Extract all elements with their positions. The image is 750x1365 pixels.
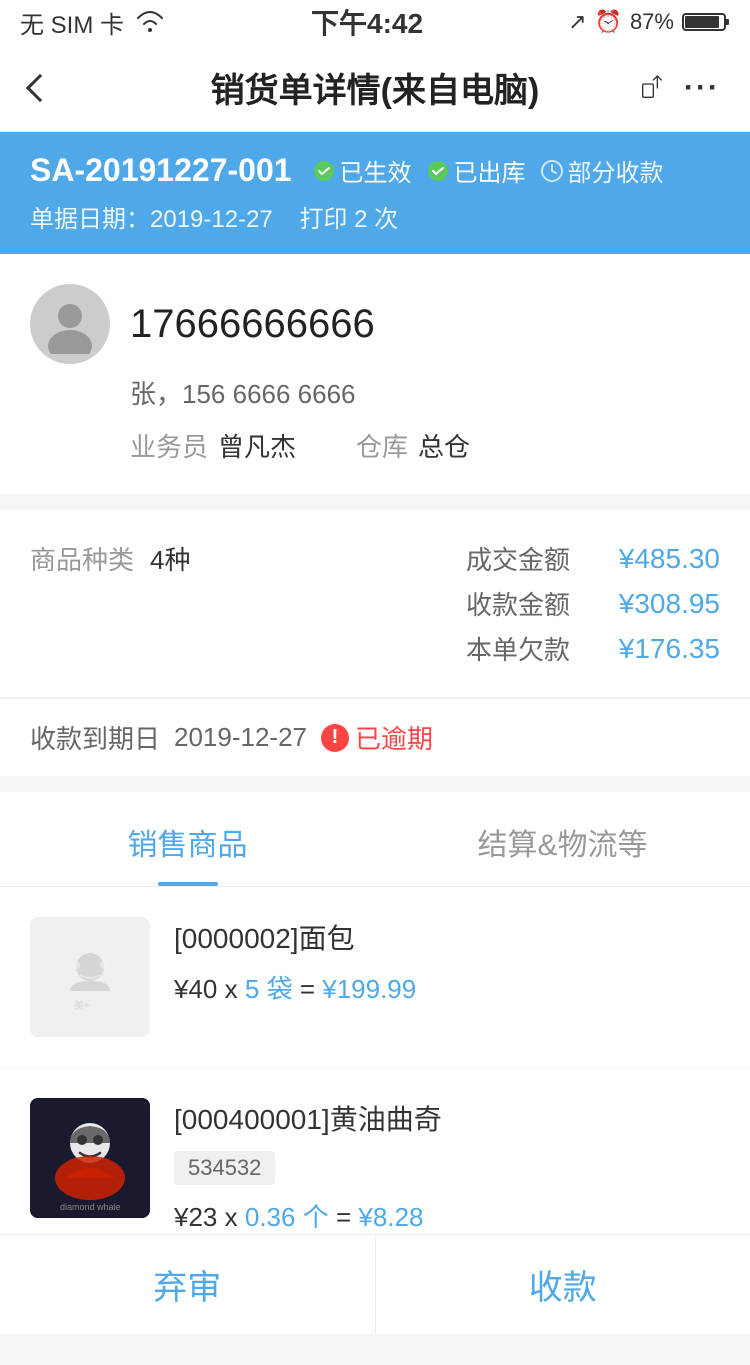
more-button[interactable]: ··· <box>684 71 720 105</box>
customer-section: 17666666666 张，156 6666 6666 业务员 曾凡杰 仓库 总… <box>0 254 750 494</box>
tabs-container: 销售商品 结算&物流等 <box>0 792 750 887</box>
product-total-2: ¥8.28 <box>358 1202 423 1232</box>
product-total-1: ¥199.99 <box>322 974 416 1004</box>
wifi-icon <box>134 11 166 33</box>
product-unit-price-1: ¥40 <box>174 974 217 1004</box>
page-title: 销货单详情(来自电脑) <box>110 63 640 112</box>
battery-icon <box>682 10 730 34</box>
tab-settlement[interactable]: 结算&物流等 <box>375 792 750 886</box>
product-thumb-2: diamond whale <box>30 1098 150 1218</box>
salesman-label: 业务员 <box>130 427 208 464</box>
list-item: 美+ [0000002]面包 ¥40 x 5 袋 = ¥199.99 <box>0 887 750 1068</box>
payment-label: 收款到期日 <box>30 719 160 756</box>
customer-meta: 业务员 曾凡杰 仓库 总仓 <box>130 427 720 464</box>
product-qty-2: 0.36 <box>245 1202 296 1232</box>
product-name-1: [0000002]面包 <box>174 917 720 957</box>
payment-due: 收款到期日 2019-12-27 ! 已逾期 <box>0 698 750 776</box>
customer-phone: 17666666666 <box>130 302 375 347</box>
product-price-1: ¥40 x 5 袋 = ¥199.99 <box>174 969 720 1006</box>
order-id: SA-20191227-001 <box>30 152 292 189</box>
debt-value: ¥176.35 <box>590 633 720 665</box>
overdue-dot-icon: ! <box>321 724 349 752</box>
product-sku-2: 534532 <box>174 1151 275 1185</box>
nav-right: ··· <box>640 70 720 106</box>
receipt-value: ¥308.95 <box>590 588 720 620</box>
receipt-label: 收款金额 <box>466 585 570 622</box>
kind-label: 商品种类 <box>30 540 134 577</box>
product-info-2: [000400001]黄油曲奇 534532 ¥23 x 0.36 个 = ¥8… <box>174 1098 720 1234</box>
kind-count: 4种 <box>150 540 190 577</box>
product-price-2: ¥23 x 0.36 个 = ¥8.28 <box>174 1197 720 1234</box>
status-right: ↗ ⏰ 87% <box>568 9 730 35</box>
overdue-text: 已逾期 <box>355 719 433 756</box>
deal-label: 成交金额 <box>466 540 570 577</box>
product-unit-price-2: ¥23 <box>174 1202 217 1232</box>
time-label: 下午4:42 <box>311 2 423 42</box>
stats-section: 商品种类 4种 成交金额 ¥485.30 收款金额 ¥308.95 本单欠款 ¥… <box>0 510 750 697</box>
order-date: 单据日期：2019-12-27 打印 2 次 <box>30 199 720 234</box>
avatar <box>30 284 110 364</box>
status-badges: 已生效 已出库 部分收款 <box>312 153 664 188</box>
location-icon: ↗ <box>568 9 586 35</box>
product-list: 美+ [0000002]面包 ¥40 x 5 袋 = ¥199.99 <box>0 887 750 1265</box>
customer-name: 张，156 6666 6666 <box>130 374 720 411</box>
battery-label: 87% <box>630 9 674 35</box>
overdue-badge: ! 已逾期 <box>321 719 433 756</box>
product-info-1: [0000002]面包 ¥40 x 5 袋 = ¥199.99 <box>174 917 720 1006</box>
divider-1 <box>0 494 750 510</box>
share-icon[interactable] <box>640 70 664 106</box>
product-name-2: [000400001]黄油曲奇 <box>174 1098 720 1138</box>
payment-date: 2019-12-27 <box>174 722 307 753</box>
status-bar: 无 SIM 卡 下午4:42 ↗ ⏰ 87% <box>0 0 750 44</box>
tab-sales-product[interactable]: 销售商品 <box>0 792 375 886</box>
back-button[interactable] <box>26 73 54 101</box>
order-header: SA-20191227-001 已生效 已出库 部分收款 单据日期：2019-1… <box>0 132 750 254</box>
alarm-icon: ⏰ <box>595 9 622 35</box>
debt-label: 本单欠款 <box>466 630 570 667</box>
bottom-bar: 弃审 收款 <box>0 1234 750 1334</box>
product-qty-1: 5 <box>245 974 259 1004</box>
carrier-label: 无 SIM 卡 <box>20 5 124 40</box>
nav-bar: 销货单详情(来自电脑) ··· <box>0 44 750 132</box>
svg-text:diamond whale: diamond whale <box>60 1202 121 1212</box>
badge-effective: 已生效 <box>312 153 412 188</box>
salesman-value: 曾凡杰 <box>218 427 296 464</box>
deal-value: ¥485.30 <box>590 543 720 575</box>
status-left: 无 SIM 卡 <box>20 5 166 40</box>
nav-left <box>30 78 110 98</box>
confirm-button[interactable]: 收款 <box>376 1235 750 1334</box>
badge-shipped: 已出库 <box>426 153 526 188</box>
warehouse-label: 仓库 <box>356 427 408 464</box>
badge-partial: 部分收款 <box>540 153 664 188</box>
warehouse-value: 总仓 <box>418 427 470 464</box>
cancel-button[interactable]: 弃审 <box>0 1235 376 1334</box>
product-thumb-1: 美+ <box>30 917 150 1037</box>
svg-text:美+: 美+ <box>74 999 90 1012</box>
